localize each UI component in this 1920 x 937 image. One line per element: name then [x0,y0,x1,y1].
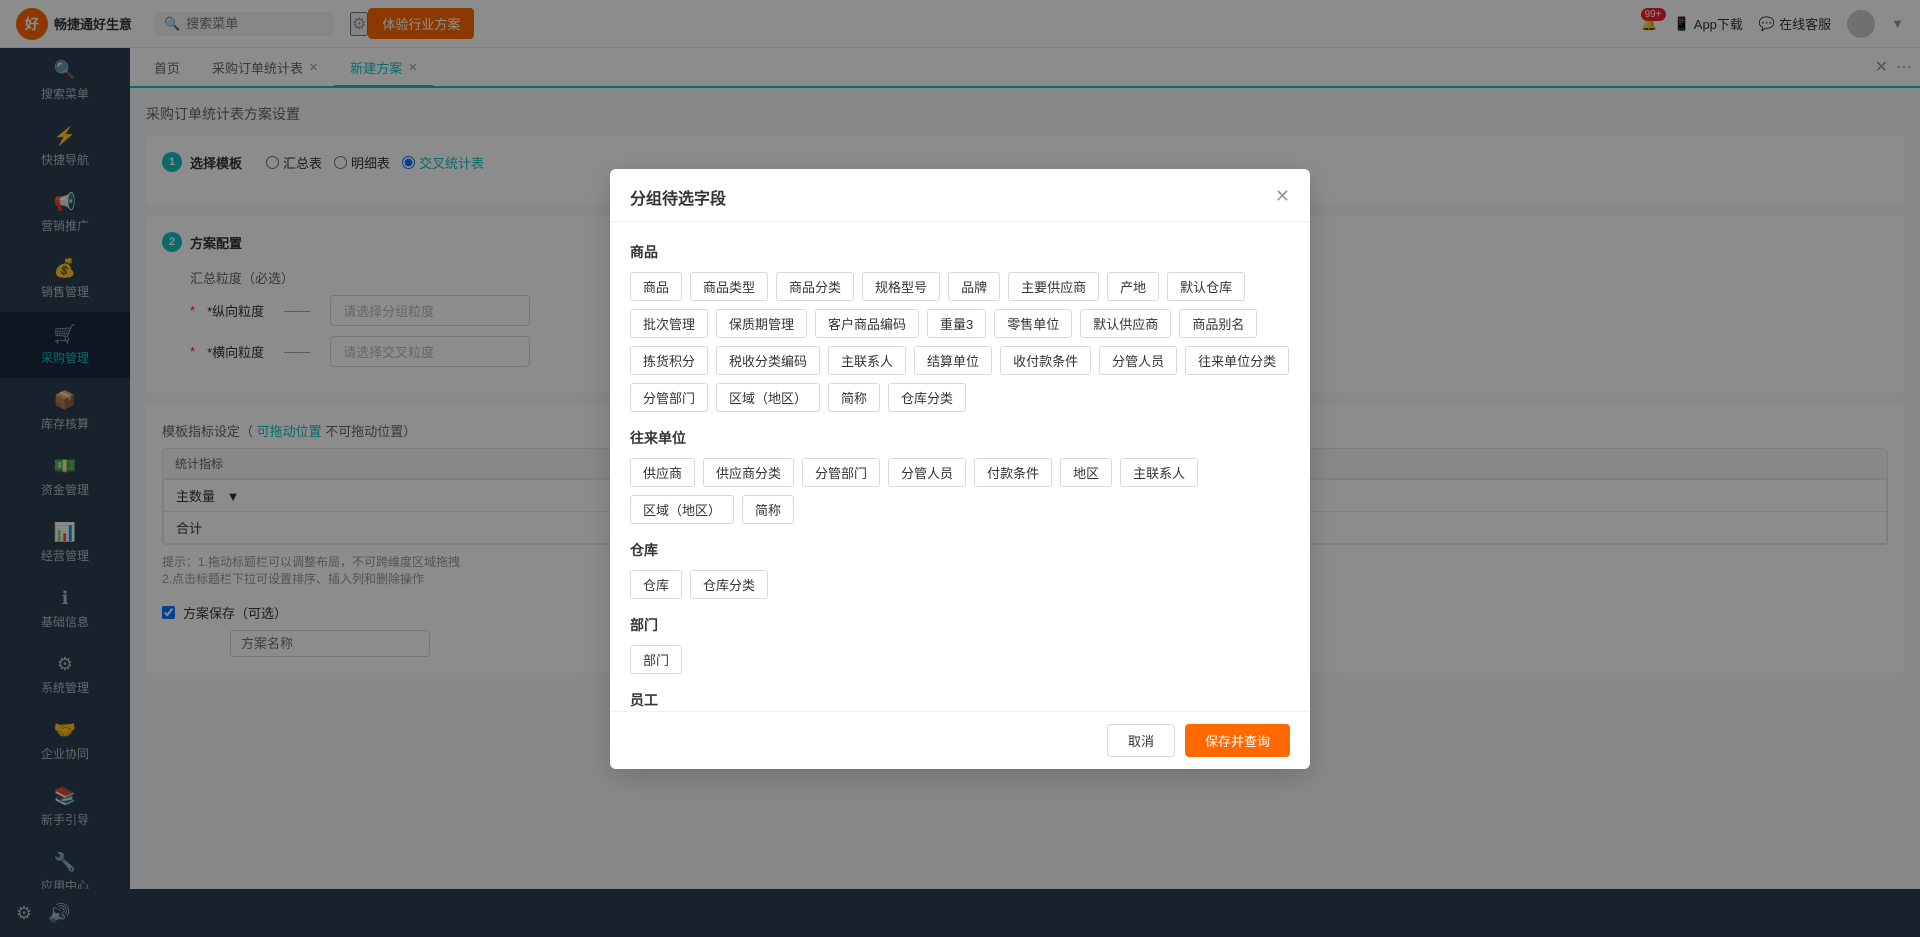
modal-cancel-button[interactable]: 取消 [1107,724,1175,757]
modal-close-button[interactable]: ✕ [1275,186,1290,207]
field-tag-cp-7[interactable]: 区域（地区） [630,495,734,524]
field-tag-cp-2[interactable]: 分管部门 [802,458,880,487]
modal-footer: 取消 保存并查询 [610,711,1310,769]
field-tag-goods-8[interactable]: 批次管理 [630,309,708,338]
section-title-dept: 部门 [630,615,1290,635]
field-tag-goods-15[interactable]: 拣货积分 [630,346,708,375]
section-title-goods: 商品 [630,242,1290,262]
modal-header: 分组待选字段 ✕ [610,169,1310,222]
field-tag-cp-6[interactable]: 主联系人 [1120,458,1198,487]
modal-confirm-button[interactable]: 保存并查询 [1185,724,1290,757]
field-tag-dept-0[interactable]: 部门 [630,645,682,674]
modal-body: 商品 商品 商品类型 商品分类 规格型号 品牌 主要供应商 产地 默认仓库 批次… [610,222,1310,711]
field-tag-goods-16[interactable]: 税收分类编码 [716,346,820,375]
modal-title: 分组待选字段 [630,185,726,209]
field-tag-goods-6[interactable]: 产地 [1107,272,1159,301]
field-tag-goods-24[interactable]: 简称 [828,383,880,412]
field-tags-counterparty: 供应商 供应商分类 分管部门 分管人员 付款条件 地区 主联系人 区域（地区） … [630,458,1290,524]
field-tag-goods-4[interactable]: 品牌 [948,272,1000,301]
field-tag-goods-1[interactable]: 商品类型 [690,272,768,301]
field-tag-cp-4[interactable]: 付款条件 [974,458,1052,487]
field-tag-cp-1[interactable]: 供应商分类 [703,458,794,487]
field-tag-goods-10[interactable]: 客户商品编码 [815,309,919,338]
section-title-warehouse: 仓库 [630,540,1290,560]
field-tag-goods-20[interactable]: 分管人员 [1099,346,1177,375]
field-tag-cp-8[interactable]: 简称 [742,495,794,524]
field-tag-goods-17[interactable]: 主联系人 [828,346,906,375]
field-tag-cp-3[interactable]: 分管人员 [888,458,966,487]
modal-overlay: 分组待选字段 ✕ 商品 商品 商品类型 商品分类 规格型号 品牌 主要供应商 产… [0,0,1920,937]
field-tags-warehouse: 仓库 仓库分类 [630,570,1290,599]
field-tag-goods-18[interactable]: 结算单位 [914,346,992,375]
field-tag-goods-14[interactable]: 商品别名 [1179,309,1257,338]
section-title-employee: 员工 [630,690,1290,710]
field-tag-goods-3[interactable]: 规格型号 [862,272,940,301]
field-tag-goods-12[interactable]: 零售单位 [994,309,1072,338]
field-tag-goods-11[interactable]: 重量3 [927,309,986,338]
field-tag-goods-2[interactable]: 商品分类 [776,272,854,301]
field-tag-goods-22[interactable]: 分管部门 [630,383,708,412]
field-tag-goods-23[interactable]: 区域（地区） [716,383,820,412]
field-tag-goods-9[interactable]: 保质期管理 [716,309,807,338]
field-tags-dept: 部门 [630,645,1290,674]
field-tag-goods-5[interactable]: 主要供应商 [1008,272,1099,301]
modal-box: 分组待选字段 ✕ 商品 商品 商品类型 商品分类 规格型号 品牌 主要供应商 产… [610,169,1310,769]
field-tag-wh-1[interactable]: 仓库分类 [690,570,768,599]
field-tag-cp-5[interactable]: 地区 [1060,458,1112,487]
field-tag-goods-19[interactable]: 收付款条件 [1000,346,1091,375]
field-tags-goods: 商品 商品类型 商品分类 规格型号 品牌 主要供应商 产地 默认仓库 批次管理 … [630,272,1290,412]
field-tag-goods-25[interactable]: 仓库分类 [888,383,966,412]
field-tag-goods-7[interactable]: 默认仓库 [1167,272,1245,301]
field-tag-goods-21[interactable]: 往来单位分类 [1185,346,1289,375]
field-tag-wh-0[interactable]: 仓库 [630,570,682,599]
field-tag-goods-13[interactable]: 默认供应商 [1080,309,1171,338]
section-title-counterparty: 往来单位 [630,428,1290,448]
field-tag-goods-0[interactable]: 商品 [630,272,682,301]
field-tag-cp-0[interactable]: 供应商 [630,458,695,487]
